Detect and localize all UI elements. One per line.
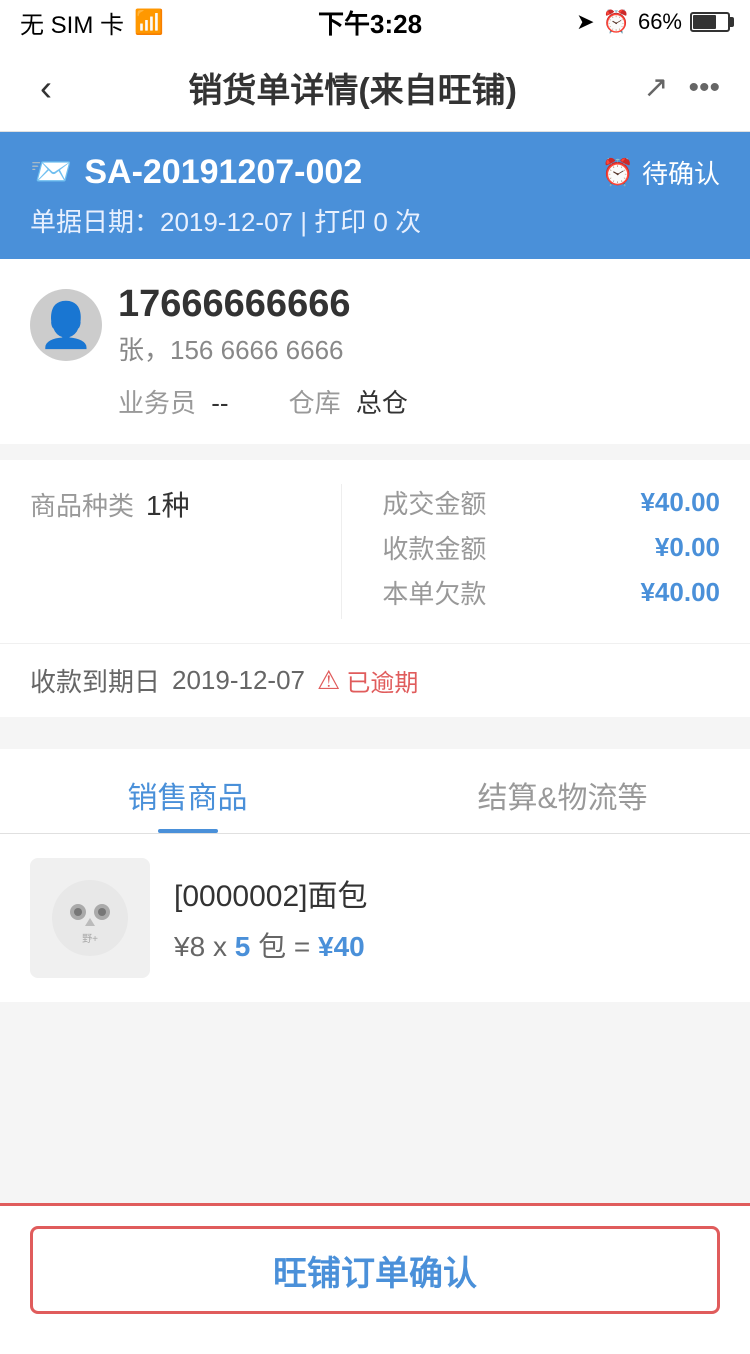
product-item: 野+ [0000002]面包 ¥8 x 5 包 = ¥40 — [0, 834, 750, 1003]
customer-card: 👤 17666666666 张，156 6666 6666 业务员 -- 仓库 … — [0, 259, 750, 444]
wifi-icon: 📶 — [134, 8, 164, 37]
bottom-spacer — [0, 1003, 750, 1203]
owing-label: 本单欠款 — [382, 574, 486, 611]
product-logo-icon: 野+ — [50, 878, 130, 958]
order-id-text: SA-20191207-002 — [84, 153, 362, 192]
order-header: 📨 SA-20191207-002 ⏰ 待确认 单据日期：2019-12-07 … — [0, 132, 750, 259]
share-icon[interactable]: ↗︎ — [643, 70, 668, 105]
price-per-unit: ¥8 — [174, 931, 205, 962]
tabs-row: 销售商品 结算&物流等 — [0, 749, 750, 834]
salesman-value: -- — [211, 388, 228, 418]
tab-products[interactable]: 销售商品 — [0, 749, 375, 833]
owing-value: ¥40.00 — [640, 577, 720, 608]
battery-icon — [690, 12, 730, 32]
divider-1 — [0, 444, 750, 460]
receipt-label: 收款金额 — [382, 529, 486, 566]
due-date-section: 收款到期日 2019-12-07 ⚠ 已逾期 — [0, 643, 750, 717]
order-status: ⏰ 待确认 — [602, 154, 720, 191]
receipt-value: ¥0.00 — [655, 532, 720, 563]
clock-icon: ⏰ — [602, 157, 634, 188]
warehouse-info: 仓库 总仓 — [289, 383, 408, 420]
svg-text:野+: 野+ — [82, 933, 98, 945]
status-battery-area: ➤ ⏰ 66% — [576, 9, 730, 35]
nav-actions: ↗︎ ••• — [643, 70, 720, 105]
product-total: ¥40 — [318, 931, 365, 962]
warehouse-value: 总仓 — [356, 388, 408, 418]
confirm-btn-wrapper: 旺铺订单确认 — [0, 1203, 750, 1354]
salesman-label: 业务员 — [118, 388, 196, 418]
product-quantity: 5 — [235, 931, 251, 962]
amount-info: 成交金额 ¥40.00 收款金额 ¥0.00 本单欠款 ¥40.00 — [342, 484, 720, 619]
page-title: 销货单详情(来自旺铺) — [188, 63, 517, 112]
avatar-icon: 👤 — [39, 299, 94, 351]
summary-section: 商品种类 1种 成交金额 ¥40.00 收款金额 ¥0.00 本单欠款 ¥40.… — [0, 460, 750, 643]
product-name: [0000002]面包 — [174, 871, 720, 915]
overdue-badge: ⚠ 已逾期 — [317, 663, 418, 698]
due-date-label: 收款到期日 — [30, 662, 160, 699]
product-type-info: 商品种类 1种 — [30, 484, 342, 619]
transaction-value: ¥40.00 — [640, 487, 720, 518]
warehouse-label: 仓库 — [289, 388, 341, 418]
owing-amount: 本单欠款 ¥40.00 — [382, 574, 720, 611]
back-button[interactable]: ‹ — [30, 57, 62, 119]
nav-bar: ‹ 销货单详情(来自旺铺) ↗︎ ••• — [0, 44, 750, 132]
tab-settlement[interactable]: 结算&物流等 — [375, 749, 750, 833]
product-list: 野+ [0000002]面包 ¥8 x 5 包 = ¥40 — [0, 834, 750, 1003]
more-icon[interactable]: ••• — [688, 71, 720, 105]
product-thumbnail: 野+ — [30, 858, 150, 978]
status-time: 下午3:28 — [318, 4, 422, 41]
divider-2 — [0, 717, 750, 733]
status-bar: 无 SIM 卡 📶 下午3:28 ➤ ⏰ 66% — [0, 0, 750, 44]
due-date-value: 2019-12-07 — [172, 665, 305, 696]
product-info: [0000002]面包 ¥8 x 5 包 = ¥40 — [174, 871, 720, 965]
overdue-icon: ⚠ — [317, 665, 340, 696]
product-type-label: 商品种类 — [30, 486, 134, 523]
transaction-amount: 成交金额 ¥40.00 — [382, 484, 720, 521]
receipt-amount: 收款金额 ¥0.00 — [382, 529, 720, 566]
product-type-value: 1种 — [146, 484, 190, 524]
customer-sub-info: 张，156 6666 6666 — [118, 330, 350, 367]
order-id: 📨 SA-20191207-002 — [30, 152, 362, 192]
location-icon: ➤ — [576, 9, 594, 35]
avatar: 👤 — [30, 289, 102, 361]
battery-label: 66% — [638, 9, 682, 35]
product-unit: 包 — [258, 931, 286, 962]
order-icon: 📨 — [30, 152, 72, 192]
product-price-row: ¥8 x 5 包 = ¥40 — [174, 925, 720, 965]
status-label: 待确认 — [642, 154, 720, 191]
salesman-info: 业务员 -- — [118, 383, 229, 420]
confirm-order-button[interactable]: 旺铺订单确认 — [30, 1226, 720, 1314]
order-date: 单据日期：2019-12-07 | 打印 0 次 — [30, 202, 720, 239]
carrier-label: 无 SIM 卡 — [20, 5, 124, 40]
transaction-label: 成交金额 — [382, 484, 486, 521]
customer-phone: 17666666666 — [118, 283, 350, 326]
status-carrier: 无 SIM 卡 📶 — [20, 5, 164, 40]
alarm-icon: ⏰ — [603, 9, 630, 35]
overdue-label: 已逾期 — [346, 663, 418, 698]
